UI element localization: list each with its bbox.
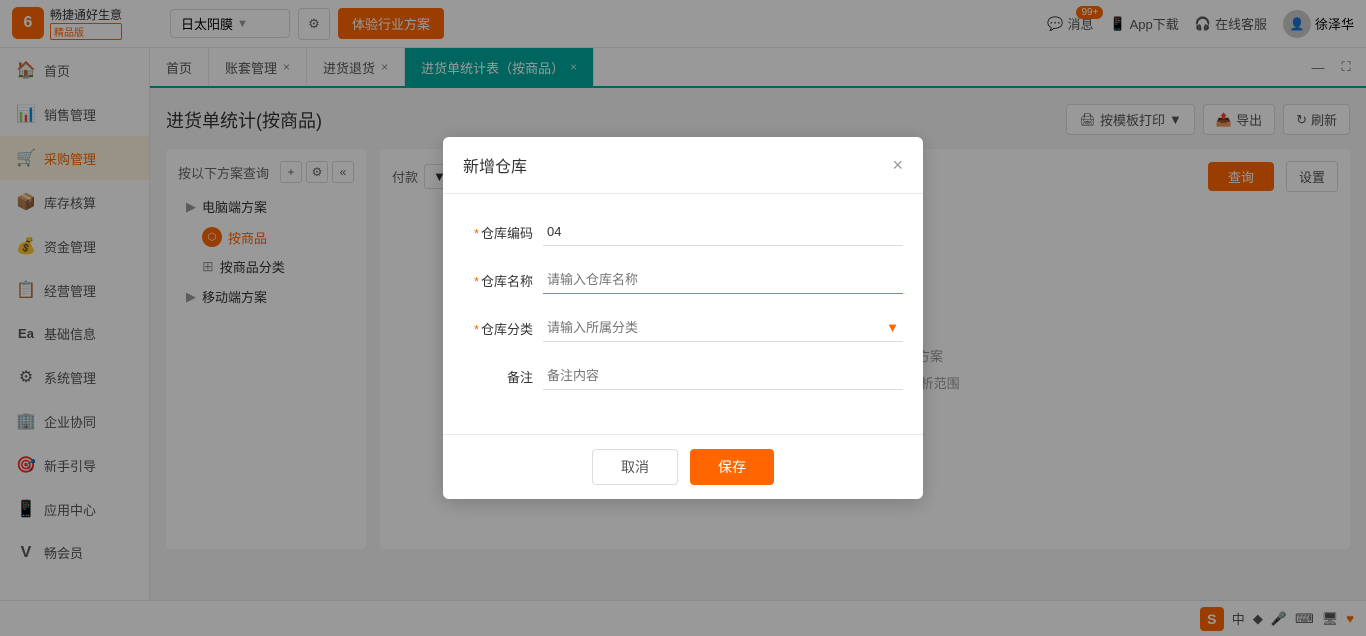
modal-overlay: 新增仓库 × 仓库编码 仓库名称 仓库分类 ▼	[0, 0, 1366, 636]
category-dropdown-icon: ▼	[886, 320, 899, 335]
modal-header: 新增仓库 ×	[443, 137, 923, 194]
name-input[interactable]	[543, 266, 903, 294]
form-row-code: 仓库编码	[463, 218, 903, 246]
form-row-name: 仓库名称	[463, 266, 903, 294]
category-input[interactable]	[547, 320, 886, 335]
form-row-category: 仓库分类 ▼	[463, 314, 903, 342]
note-label: 备注	[463, 367, 543, 386]
modal-body: 仓库编码 仓库名称 仓库分类 ▼ 备注	[443, 194, 923, 434]
modal-close-button[interactable]: ×	[892, 155, 903, 176]
modal-footer: 取消 保存	[443, 434, 923, 499]
add-warehouse-modal: 新增仓库 × 仓库编码 仓库名称 仓库分类 ▼	[443, 137, 923, 499]
modal-title: 新增仓库	[463, 153, 527, 177]
form-row-note: 备注	[463, 362, 903, 390]
category-select[interactable]: ▼	[543, 314, 903, 342]
name-label: 仓库名称	[463, 271, 543, 290]
save-button[interactable]: 保存	[690, 449, 774, 485]
code-label: 仓库编码	[463, 223, 543, 242]
cancel-button[interactable]: 取消	[592, 449, 678, 485]
category-label: 仓库分类	[463, 319, 543, 338]
code-input[interactable]	[543, 218, 903, 246]
note-input[interactable]	[543, 362, 903, 390]
